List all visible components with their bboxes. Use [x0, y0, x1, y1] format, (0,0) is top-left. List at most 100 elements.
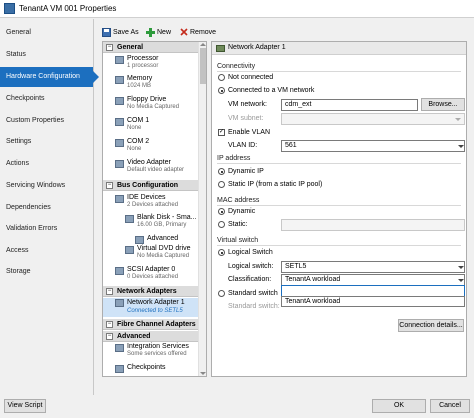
classification-label: Classification: — [228, 276, 272, 283]
ok-button[interactable]: OK — [372, 399, 426, 413]
view-script-button[interactable]: View Script — [4, 399, 46, 413]
vlan-id-select[interactable]: 561 — [281, 140, 465, 152]
dropdown-option[interactable]: TenantA workload — [285, 298, 340, 305]
memory-icon — [115, 76, 124, 84]
nav-checkpoints[interactable]: Checkpoints — [0, 89, 93, 109]
scroll-up-icon[interactable] — [200, 43, 206, 46]
integration-icon — [115, 344, 124, 352]
enable-vlan-checkbox[interactable]: ✓ — [218, 129, 225, 136]
tree-scrollbar[interactable] — [198, 42, 206, 376]
dvd-icon — [125, 246, 134, 254]
mac-address-heading: MAC address — [217, 197, 260, 204]
vm-network-field[interactable]: cdm_ext — [281, 99, 418, 111]
static-ip-radio[interactable] — [218, 181, 225, 188]
remove-label: Remove — [190, 29, 217, 36]
com-port-icon — [115, 118, 124, 126]
nav-servicing-windows[interactable]: Servicing Windows — [0, 176, 93, 196]
window-title: TenantA VM 001 Properties — [19, 4, 117, 13]
tree-section-fibre-channel[interactable]: − Fibre Channel Adapters — [103, 319, 200, 330]
panel-header: Network Adapter 1 — [212, 42, 466, 55]
collapse-icon[interactable]: − — [106, 321, 113, 328]
divider — [217, 205, 461, 206]
new-button[interactable]: New — [146, 26, 171, 40]
tree-item-checkpoints[interactable]: Checkpoints — [115, 364, 195, 374]
mac-static-label: Static: — [228, 221, 248, 228]
collapse-icon[interactable]: − — [106, 333, 113, 340]
vm-subnet-select[interactable] — [281, 113, 465, 125]
nav-access[interactable]: Access — [0, 241, 93, 261]
connected-vm-network-radio[interactable] — [218, 87, 225, 94]
standard-switch-radio-label: Standard switch — [228, 290, 278, 297]
new-label: New — [157, 29, 172, 36]
nav-actions[interactable]: Actions — [0, 154, 93, 174]
app-icon — [4, 3, 15, 14]
dynamic-ip-label: Dynamic IP — [228, 168, 264, 175]
tree-section-bus-configuration[interactable]: − Bus Configuration — [103, 180, 200, 191]
mac-static-field[interactable] — [281, 219, 465, 231]
nav-hardware-configuration[interactable]: Hardware Configuration — [0, 67, 99, 87]
tree-item-blank-disk[interactable]: Blank Disk - Sma... 16.00 GB, Primary — [125, 214, 197, 231]
tree-item-video-adapter[interactable]: Video Adapter Default video adapter — [115, 159, 200, 176]
tree-section-general[interactable]: − General — [103, 42, 200, 53]
standard-switch-label: Standard switch: — [228, 303, 280, 310]
scrollbar-thumb[interactable] — [200, 48, 206, 84]
collapse-icon[interactable]: − — [106, 288, 113, 295]
tree-item-ide-devices[interactable]: IDE Devices 2 Devices attached — [115, 194, 195, 211]
chevron-down-icon[interactable] — [458, 279, 464, 282]
tree-section-network-adapters[interactable]: − Network Adapters — [103, 286, 200, 297]
collapse-icon[interactable]: − — [106, 44, 113, 51]
collapse-icon[interactable]: − — [106, 182, 113, 189]
tree-item-network-adapter-1[interactable]: Network Adapter 1 Connected to SETL5 — [103, 298, 200, 317]
divider — [217, 71, 461, 72]
tree-item-scsi-adapter[interactable]: SCSI Adapter 00 Devices attached — [115, 266, 195, 283]
scroll-down-icon[interactable] — [200, 372, 206, 375]
nav-dependencies[interactable]: Dependencies — [0, 198, 93, 218]
processor-icon — [115, 56, 124, 64]
tree-item-processor[interactable]: Processor 1 processor — [115, 55, 195, 72]
browse-button[interactable]: Browse... — [421, 98, 465, 111]
dynamic-ip-radio[interactable] — [218, 168, 225, 175]
network-adapter-panel: Network Adapter 1 Connectivity Not conne… — [211, 41, 467, 377]
add-icon — [146, 27, 155, 37]
disk-icon — [125, 215, 134, 223]
connection-details-button[interactable]: Connection details... — [398, 319, 464, 332]
tree-item-floppy-drive[interactable]: Floppy Drive No Media Captured — [115, 96, 195, 113]
mac-static-radio[interactable] — [218, 221, 225, 228]
left-navigation: General Status Hardware Configuration Ch… — [0, 19, 99, 395]
tree-item-virtual-dvd[interactable]: Virtual DVD drive No Media Captured — [125, 245, 197, 262]
nav-custom-properties[interactable]: Custom Properties — [0, 111, 93, 131]
logical-switch-label: Logical switch: — [228, 263, 274, 270]
nav-validation-errors[interactable]: Validation Errors — [0, 219, 93, 239]
classification-dropdown-list[interactable]: TenantA workload — [281, 296, 465, 307]
nav-general[interactable]: General — [0, 23, 93, 43]
not-connected-radio[interactable] — [218, 74, 225, 81]
panel-header-title: Network Adapter 1 — [228, 44, 286, 51]
cancel-button[interactable]: Cancel — [430, 399, 470, 413]
tree-item-integration-services[interactable]: Integration Services Some services offere… — [115, 343, 195, 360]
vm-subnet-label: VM subnet: — [228, 115, 264, 122]
tree-item-com2[interactable]: COM 2 None — [115, 138, 195, 155]
connected-vm-network-label: Connected to a VM network — [228, 87, 315, 94]
nav-storage[interactable]: Storage — [0, 262, 93, 282]
hardware-tree[interactable]: − General Processor 1 processor Memory 1024… — [102, 41, 207, 377]
chevron-down-icon[interactable] — [458, 145, 464, 148]
logical-switch-select[interactable]: SETL5 — [281, 261, 465, 273]
tree-section-advanced[interactable]: − Advanced — [103, 331, 200, 342]
remove-icon — [180, 28, 188, 36]
tree-item-memory[interactable]: Memory 1024 MB — [115, 75, 195, 92]
static-ip-label: Static IP (from a static IP pool) — [228, 181, 323, 188]
standard-switch-radio[interactable] — [218, 290, 225, 297]
logical-switch-radio[interactable] — [218, 249, 225, 256]
mac-dynamic-radio[interactable] — [218, 208, 225, 215]
chevron-down-icon — [455, 118, 461, 121]
ide-icon — [115, 195, 124, 203]
title-bar: TenantA VM 001 Properties — [0, 0, 474, 18]
nav-settings[interactable]: Settings — [0, 132, 93, 152]
nav-status[interactable]: Status — [0, 45, 93, 65]
remove-button[interactable]: Remove — [180, 26, 216, 40]
tree-item-disk-advanced[interactable]: Advanced — [135, 235, 195, 245]
save-as-button[interactable]: Save As — [102, 26, 139, 40]
tree-item-com1[interactable]: COM 1 None — [115, 117, 195, 134]
scsi-icon — [115, 267, 124, 275]
chevron-down-icon[interactable] — [458, 266, 464, 269]
